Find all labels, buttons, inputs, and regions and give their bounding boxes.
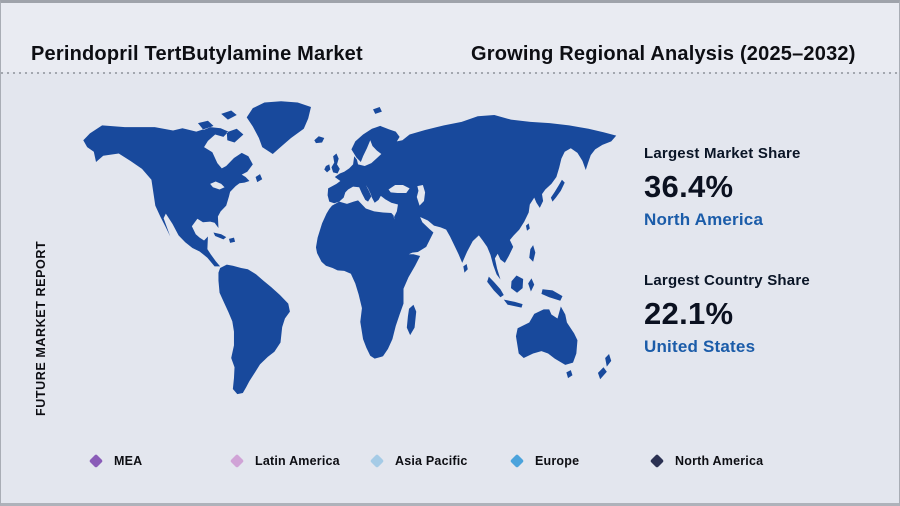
legend-label-north-america: North America (675, 454, 764, 468)
legend: MEA Latin America Asia Pacific Europe No… (1, 450, 899, 472)
north-america-marker-icon (649, 453, 665, 469)
country-share-region: United States (644, 337, 756, 356)
legend-item-north-america: North America (649, 450, 764, 472)
legend-label-europe: Europe (535, 454, 580, 468)
market-share-label: Largest Market Share (644, 145, 801, 162)
legend-item-mea: MEA (88, 450, 143, 472)
mea-marker-icon (88, 453, 104, 469)
header: Perindopril TertButylamine Market Growin… (1, 3, 899, 72)
legend-label-latin-america: Latin America (255, 454, 340, 468)
dotted-divider (1, 72, 899, 74)
world-map (83, 101, 617, 395)
legend-label-asia-pacific: Asia Pacific (395, 454, 468, 468)
market-share-value: 36.4% (644, 169, 734, 204)
latin-america-marker-icon (229, 453, 245, 469)
legend-item-europe: Europe (509, 450, 580, 472)
country-share-value: 22.1% (644, 296, 734, 331)
market-share-region: North America (644, 210, 764, 229)
infographic-frame: Perindopril TertButylamine Market Growin… (0, 0, 900, 506)
country-share-label: Largest Country Share (644, 272, 810, 289)
legend-item-latin-america: Latin America (229, 450, 340, 472)
stats-panel: Largest Market Share 36.4% North America… (644, 145, 894, 357)
europe-marker-icon (509, 453, 525, 469)
page-subtitle: Growing Regional Analysis (2025–2032) (471, 43, 856, 65)
page-title: Perindopril TertButylamine Market (31, 43, 363, 65)
asia-pacific-marker-icon (369, 453, 385, 469)
brand-vertical-text: FUTURE MARKET REPORT (34, 240, 48, 416)
legend-item-asia-pacific: Asia Pacific (369, 450, 468, 472)
continents-silhouette (83, 101, 617, 395)
legend-label-mea: MEA (114, 454, 143, 468)
